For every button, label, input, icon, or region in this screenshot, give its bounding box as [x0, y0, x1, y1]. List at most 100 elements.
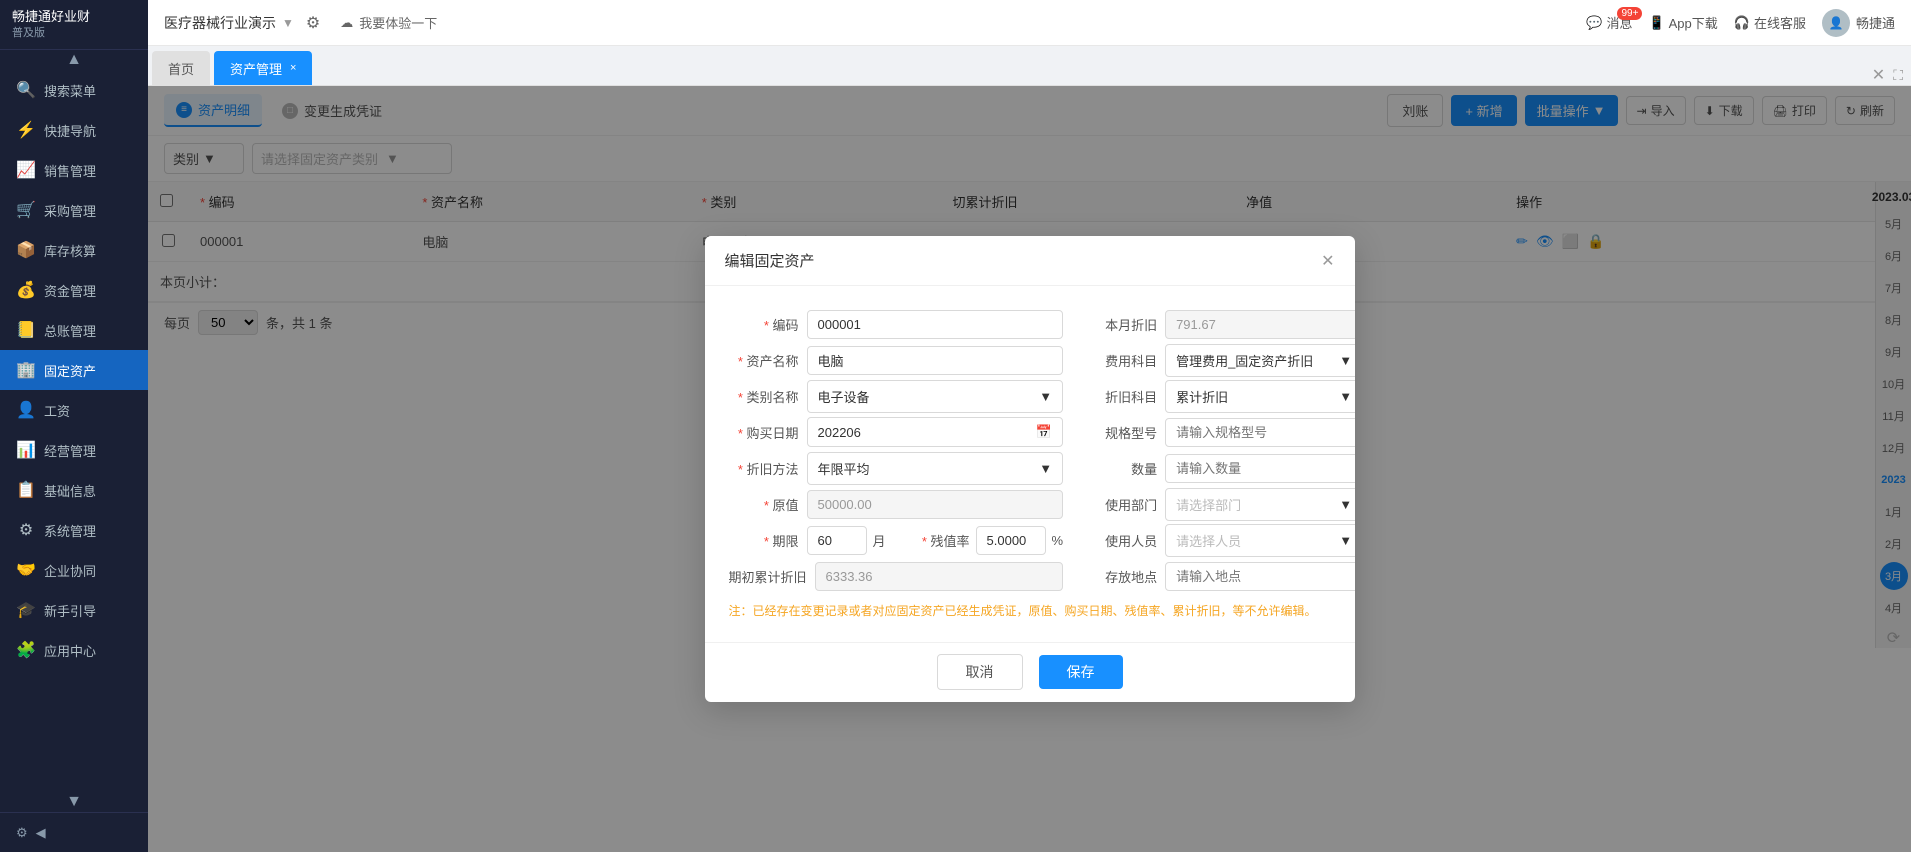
service-icon: 🎧 [1734, 15, 1750, 31]
accumulated-dep-input[interactable] [815, 562, 1064, 591]
topbar-settings-icon[interactable]: ⚙ [306, 13, 320, 33]
tab-home[interactable]: 首页 [152, 51, 210, 85]
expense-chevron-icon: ▼ [1339, 353, 1352, 368]
residual-rate-label: 残值率 [900, 531, 970, 550]
cancel-button[interactable]: 取消 [937, 654, 1023, 690]
form-row-expense-account: 费用科目 管理费用_固定资产折旧 ▼ [1087, 342, 1354, 378]
message-icon: 💬 [1586, 15, 1602, 31]
person-placeholder: 请选择人员 [1176, 531, 1241, 550]
sidebar-item-payroll[interactable]: 👤 工资 [0, 390, 148, 430]
sidebar-item-sales[interactable]: 📈 销售管理 [0, 150, 148, 190]
purchase-date-input[interactable]: 202206 📅 [807, 417, 1064, 447]
tabbar: 首页 资产管理 × ✕ ⛶ [148, 46, 1911, 86]
sidebar-scroll-up[interactable]: ▲ [0, 50, 148, 70]
sidebar-item-label: 销售管理 [44, 161, 96, 180]
tab-close-icon[interactable]: × [290, 62, 296, 74]
sidebar-scroll-down[interactable]: ▼ [0, 792, 148, 812]
sidebar-settings[interactable]: ⚙ ◀ [0, 812, 148, 852]
sidebar-item-system[interactable]: ⚙ 系统管理 [0, 510, 148, 550]
sidebar-item-finance[interactable]: 💰 资金管理 [0, 270, 148, 310]
calendar-icon: 📅 [1036, 424, 1052, 440]
sidebar-item-label: 总账管理 [44, 321, 96, 340]
save-button[interactable]: 保存 [1039, 655, 1123, 689]
form-row-dep-method: 折旧方法 年限平均 ▼ [729, 450, 1064, 486]
customer-service-button[interactable]: 🎧 在线客服 [1734, 13, 1806, 32]
quantity-label: 数量 [1087, 459, 1157, 478]
modal-overlay: 编辑固定资产 ✕ 编码 [148, 86, 1911, 852]
sidebar-item-purchase[interactable]: 🛒 采购管理 [0, 190, 148, 230]
location-label: 存放地点 [1087, 567, 1157, 586]
form-row-code: 编码 [729, 306, 1064, 342]
payroll-icon: 👤 [16, 400, 36, 420]
purchase-date-value: 202206 [818, 425, 861, 440]
sidebar-collapse-icon[interactable]: ◀ [36, 825, 46, 841]
system-icon: ⚙ [16, 520, 36, 540]
cloud-icon: ☁ [340, 15, 353, 31]
app-download-button[interactable]: 📱 App下载 [1648, 13, 1717, 32]
dep-account-select[interactable]: 累计折旧 ▼ [1165, 380, 1354, 413]
form-row-name: 资产名称 [729, 342, 1064, 378]
dept-chevron-icon: ▼ [1339, 497, 1352, 512]
quantity-input[interactable] [1165, 454, 1354, 483]
sidebar-menu: 🔍 搜索菜单 ⚡ 快捷导航 📈 销售管理 🛒 采购管理 📦 库存核算 💰 资金管… [0, 70, 148, 792]
modal-close-icon[interactable]: ✕ [1321, 251, 1334, 271]
residual-rate-input[interactable] [976, 526, 1046, 555]
purchase-date-label: 购买日期 [729, 423, 799, 442]
sidebar-item-search[interactable]: 🔍 搜索菜单 [0, 70, 148, 110]
dep-account-chevron-icon: ▼ [1339, 389, 1352, 404]
expense-account-select[interactable]: 管理费用_固定资产折旧 ▼ [1165, 344, 1354, 377]
modal-left-col: 编码 资产名称 类别名称 [729, 306, 1064, 594]
residual-rate-unit: % [1052, 533, 1064, 548]
window-maximize-icon[interactable]: ⛶ [1893, 67, 1903, 84]
modal-edit-asset: 编辑固定资产 ✕ 编码 [705, 236, 1355, 701]
sidebar-item-quicknav[interactable]: ⚡ 快捷导航 [0, 110, 148, 150]
dept-select[interactable]: 请选择部门 ▼ [1165, 488, 1354, 521]
person-label: 使用人员 [1087, 531, 1157, 550]
sidebar-item-basic[interactable]: 📋 基础信息 [0, 470, 148, 510]
corp-icon: 🤝 [16, 560, 36, 580]
name-input[interactable] [807, 346, 1064, 375]
sidebar: 畅捷通好业财 普及版 ▲ 🔍 搜索菜单 ⚡ 快捷导航 📈 销售管理 🛒 采购管理… [0, 0, 148, 852]
tab-assets[interactable]: 资产管理 × [214, 51, 312, 85]
sidebar-item-appcenter[interactable]: 🧩 应用中心 [0, 630, 148, 670]
sidebar-item-corp[interactable]: 🤝 企业协同 [0, 550, 148, 590]
appcenter-icon: 🧩 [16, 640, 36, 660]
sidebar-item-ledger[interactable]: 📒 总账管理 [0, 310, 148, 350]
monthly-dep-label: 本月折旧 [1087, 315, 1157, 334]
industry-title[interactable]: 医疗器械行业演示 ▼ [164, 13, 294, 33]
ledger-icon: 📒 [16, 320, 36, 340]
sidebar-item-assets[interactable]: 🏢 固定资产 [0, 350, 148, 390]
code-input[interactable] [807, 310, 1064, 339]
sidebar-logo-text: 畅捷通好业财 [12, 9, 90, 25]
sidebar-item-operations[interactable]: 📊 经营管理 [0, 430, 148, 470]
spec-input[interactable] [1165, 418, 1354, 447]
sidebar-item-label: 系统管理 [44, 521, 96, 540]
name-label: 资产名称 [729, 351, 799, 370]
original-value-label: 原值 [729, 495, 799, 514]
messages-button[interactable]: 💬 消息 99+ [1586, 13, 1632, 32]
tab-assets-label: 资产管理 [230, 59, 282, 78]
form-row-monthly-dep: 本月折旧 [1087, 306, 1354, 342]
window-close-icon[interactable]: ✕ [1872, 65, 1885, 85]
form-row-dept: 使用部门 请选择部门 ▼ [1087, 486, 1354, 522]
modal-right-col: 本月折旧 费用科目 管理费用_固定资产折旧 ▼ [1087, 306, 1354, 594]
topbar-cloud[interactable]: ☁ 我要体验一下 [340, 13, 437, 32]
location-input[interactable] [1165, 562, 1354, 591]
modal-header: 编辑固定资产 ✕ [705, 236, 1355, 286]
sidebar-item-inventory[interactable]: 📦 库存核算 [0, 230, 148, 270]
cloud-text: 我要体验一下 [359, 13, 437, 32]
period-input[interactable] [807, 526, 867, 555]
tab-home-label: 首页 [168, 59, 194, 78]
original-value-input[interactable] [807, 490, 1064, 519]
sidebar-item-guide[interactable]: 🎓 新手引导 [0, 590, 148, 630]
dep-method-select[interactable]: 年限平均 ▼ [807, 452, 1064, 485]
code-label: 编码 [729, 315, 799, 334]
category-select[interactable]: 电子设备 ▼ [807, 380, 1064, 413]
person-select[interactable]: 请选择人员 ▼ [1165, 524, 1354, 557]
period-inline: 月 残值率 % [807, 526, 1064, 555]
main-area: 医疗器械行业演示 ▼ ⚙ ☁ 我要体验一下 💬 消息 99+ 📱 App下载 🎧… [148, 0, 1911, 852]
sidebar-logo-sub: 普及版 [12, 24, 90, 40]
sidebar-item-label: 库存核算 [44, 241, 96, 260]
modal-footer: 取消 保存 [705, 642, 1355, 702]
user-menu[interactable]: 👤 畅捷通 [1822, 9, 1895, 37]
